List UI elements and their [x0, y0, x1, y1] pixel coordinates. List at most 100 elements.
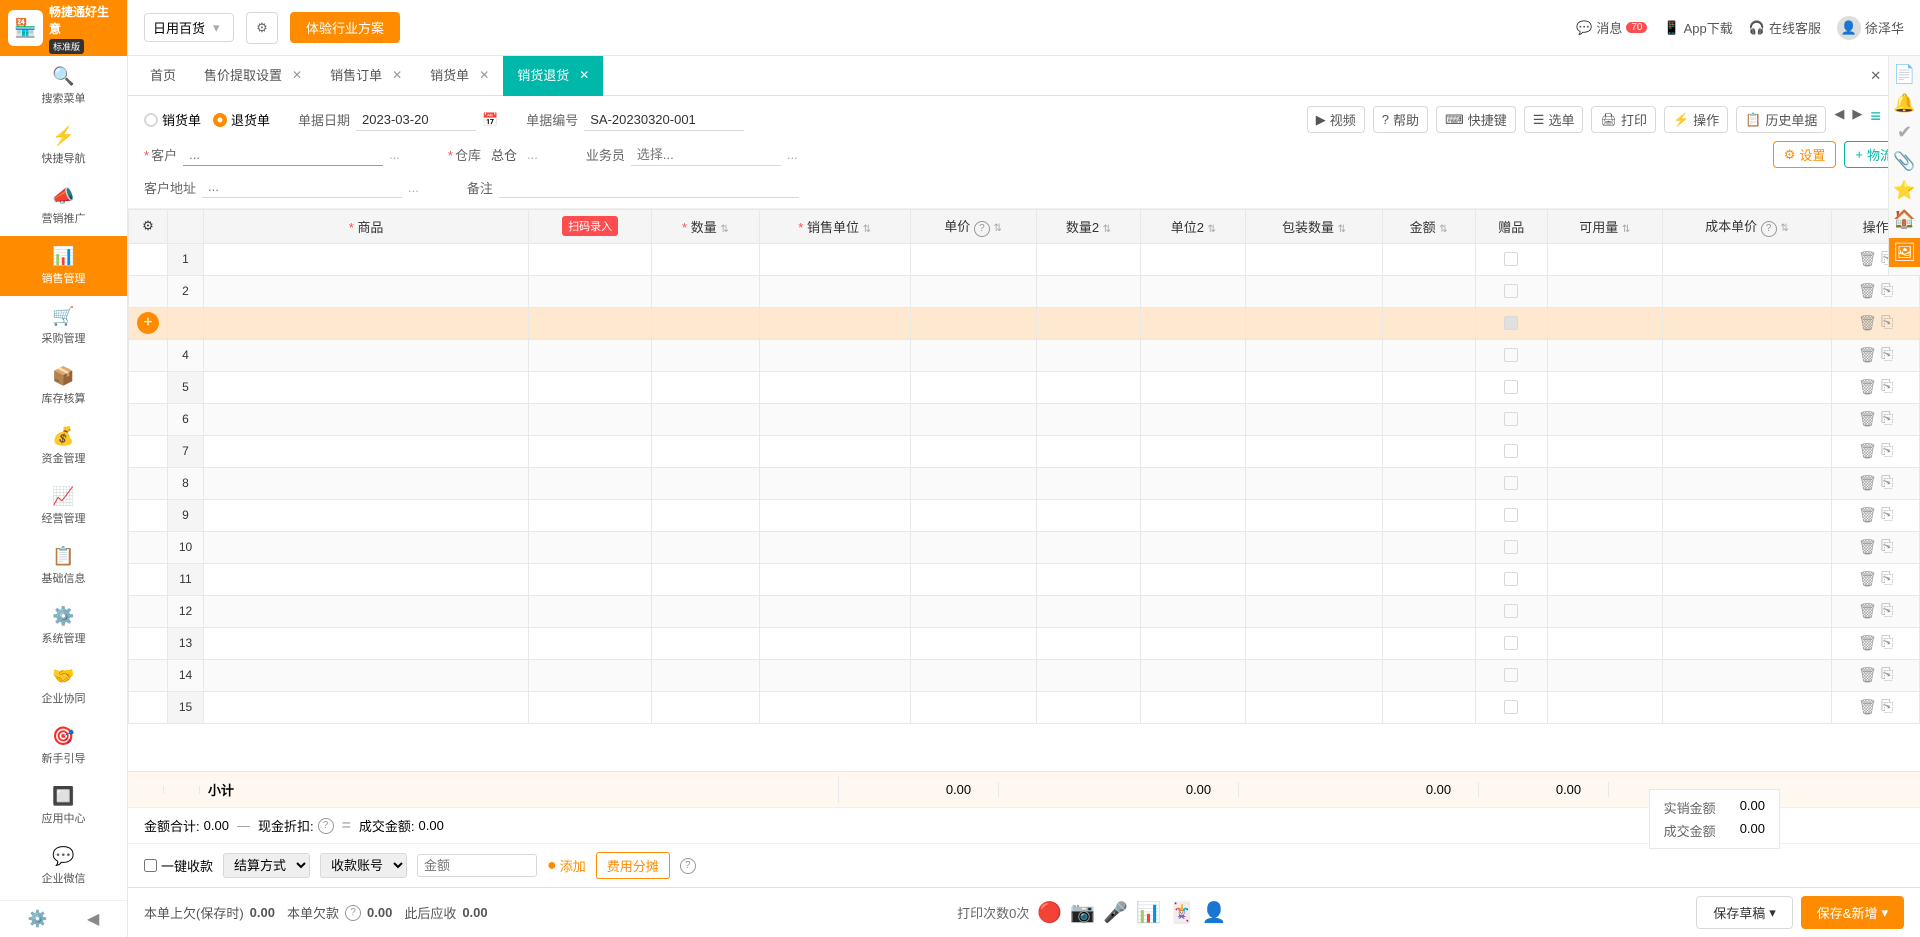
- sidebar-item-appstore[interactable]: 🔲 应用中心: [0, 776, 127, 836]
- row-unit2[interactable]: [1141, 531, 1246, 563]
- row-cost[interactable]: [1662, 307, 1832, 339]
- row-sales-unit[interactable]: [759, 563, 910, 595]
- th-barcode[interactable]: 扫码录入: [529, 210, 652, 244]
- row-quantity[interactable]: [652, 339, 759, 371]
- row-unit-price[interactable]: [910, 371, 1036, 403]
- row-unit-price[interactable]: [910, 339, 1036, 371]
- row-unit-price[interactable]: [910, 659, 1036, 691]
- row-unit2[interactable]: [1141, 691, 1246, 723]
- row-qty2[interactable]: [1036, 531, 1141, 563]
- delete-btn[interactable]: 🗑: [1858, 442, 1877, 460]
- row-amount[interactable]: [1382, 243, 1475, 275]
- row-amount[interactable]: [1382, 467, 1475, 499]
- row-pkg-qty[interactable]: [1246, 307, 1383, 339]
- row-cost[interactable]: [1662, 627, 1832, 659]
- row-barcode[interactable]: [529, 435, 652, 467]
- sidebar-item-weixin[interactable]: 💬 企业微信: [0, 836, 127, 896]
- row-available[interactable]: [1547, 531, 1662, 563]
- row-product[interactable]: [204, 307, 529, 339]
- row-qty2[interactable]: [1036, 691, 1141, 723]
- row-sales-unit[interactable]: [759, 371, 910, 403]
- radio-sales[interactable]: 销货单: [144, 110, 201, 129]
- remark-input[interactable]: [499, 176, 799, 198]
- print-tool-icon[interactable]: 🔴: [1037, 900, 1062, 925]
- gift-checkbox[interactable]: [1504, 700, 1518, 714]
- gift-checkbox[interactable]: [1504, 348, 1518, 362]
- row-product[interactable]: [204, 499, 529, 531]
- select-btn[interactable]: ☰ 选单: [1524, 106, 1584, 133]
- row-unit2[interactable]: [1141, 371, 1246, 403]
- row-qty2[interactable]: [1036, 659, 1141, 691]
- row-unit2[interactable]: [1141, 339, 1246, 371]
- date-input[interactable]: [356, 109, 476, 131]
- fee-split-btn[interactable]: 费用分摊: [596, 852, 670, 879]
- row-amount[interactable]: [1382, 531, 1475, 563]
- sidebar-item-finance[interactable]: 💰 资金管理: [0, 416, 127, 476]
- copy-btn[interactable]: ⎘: [1881, 410, 1893, 428]
- row-gift[interactable]: [1475, 499, 1547, 531]
- row-pkg-qty[interactable]: [1246, 467, 1383, 499]
- row-cost[interactable]: [1662, 499, 1832, 531]
- sort-amount-icon[interactable]: ⇅: [1439, 224, 1447, 235]
- row-gift[interactable]: [1475, 435, 1547, 467]
- row-quantity[interactable]: [652, 307, 759, 339]
- row-quantity[interactable]: [652, 499, 759, 531]
- sidebar-item-guide[interactable]: 🎯 新手引导: [0, 716, 127, 776]
- right-icon-6[interactable]: 🏠: [1893, 209, 1915, 230]
- row-gift[interactable]: [1475, 371, 1547, 403]
- sort-unit2-icon[interactable]: ⇅: [1208, 224, 1216, 235]
- row-qty2[interactable]: [1036, 467, 1141, 499]
- copy-btn[interactable]: ⎘: [1881, 634, 1893, 652]
- person-tool-icon[interactable]: 👤: [1202, 900, 1227, 925]
- scan-tool-icon[interactable]: 📷: [1070, 900, 1095, 925]
- tab-sales-delivery[interactable]: 销货单 ✕: [416, 56, 503, 96]
- row-sales-unit[interactable]: [759, 659, 910, 691]
- row-sales-unit[interactable]: [759, 691, 910, 723]
- row-pkg-qty[interactable]: [1246, 243, 1383, 275]
- row-qty2[interactable]: [1036, 627, 1141, 659]
- cost-help[interactable]: ?: [1761, 221, 1777, 237]
- address-input[interactable]: [202, 176, 402, 198]
- copy-btn[interactable]: ⎘: [1881, 698, 1893, 716]
- row-unit-price[interactable]: [910, 435, 1036, 467]
- delete-btn[interactable]: 🗑: [1858, 378, 1877, 396]
- row-unit-price[interactable]: [910, 243, 1036, 275]
- history-btn[interactable]: 📋 历史单据: [1736, 106, 1826, 133]
- row-amount[interactable]: [1382, 275, 1475, 307]
- doc-num-input[interactable]: [584, 109, 744, 131]
- row-gift[interactable]: [1475, 307, 1547, 339]
- row-gift[interactable]: [1475, 627, 1547, 659]
- row-sales-unit[interactable]: [759, 243, 910, 275]
- row-quantity[interactable]: [652, 595, 759, 627]
- sidebar-item-purchase[interactable]: 🛒 采购管理: [0, 296, 127, 356]
- row-amount[interactable]: [1382, 691, 1475, 723]
- right-icon-1[interactable]: 📄: [1893, 64, 1915, 85]
- row-pkg-qty[interactable]: [1246, 275, 1383, 307]
- right-icon-5[interactable]: ⭐: [1893, 180, 1915, 201]
- row-qty2[interactable]: [1036, 563, 1141, 595]
- row-pkg-qty[interactable]: [1246, 563, 1383, 595]
- help-circle[interactable]: ?: [345, 905, 361, 921]
- row-barcode[interactable]: [529, 531, 652, 563]
- row-available[interactable]: [1547, 371, 1662, 403]
- sort-qty2-icon[interactable]: ⇅: [1103, 224, 1111, 235]
- row-sales-unit[interactable]: [759, 627, 910, 659]
- row-barcode[interactable]: [529, 371, 652, 403]
- copy-btn[interactable]: ⎘: [1881, 666, 1893, 684]
- row-unit2[interactable]: [1141, 595, 1246, 627]
- row-unit2[interactable]: [1141, 307, 1246, 339]
- row-qty2[interactable]: [1036, 243, 1141, 275]
- row-qty2[interactable]: [1036, 435, 1141, 467]
- delete-btn[interactable]: 🗑: [1858, 346, 1877, 364]
- voice-tool-icon[interactable]: 🎤: [1103, 900, 1128, 925]
- tab-sales-return[interactable]: 销货退货 ✕: [503, 56, 603, 96]
- row-quantity[interactable]: [652, 467, 759, 499]
- calendar-icon[interactable]: 📅: [482, 112, 498, 128]
- row-cost[interactable]: [1662, 467, 1832, 499]
- row-qty2[interactable]: [1036, 371, 1141, 403]
- gift-checkbox[interactable]: [1504, 412, 1518, 426]
- row-sales-unit[interactable]: [759, 435, 910, 467]
- row-unit-price[interactable]: [910, 275, 1036, 307]
- gift-checkbox[interactable]: [1504, 444, 1518, 458]
- row-product[interactable]: [204, 595, 529, 627]
